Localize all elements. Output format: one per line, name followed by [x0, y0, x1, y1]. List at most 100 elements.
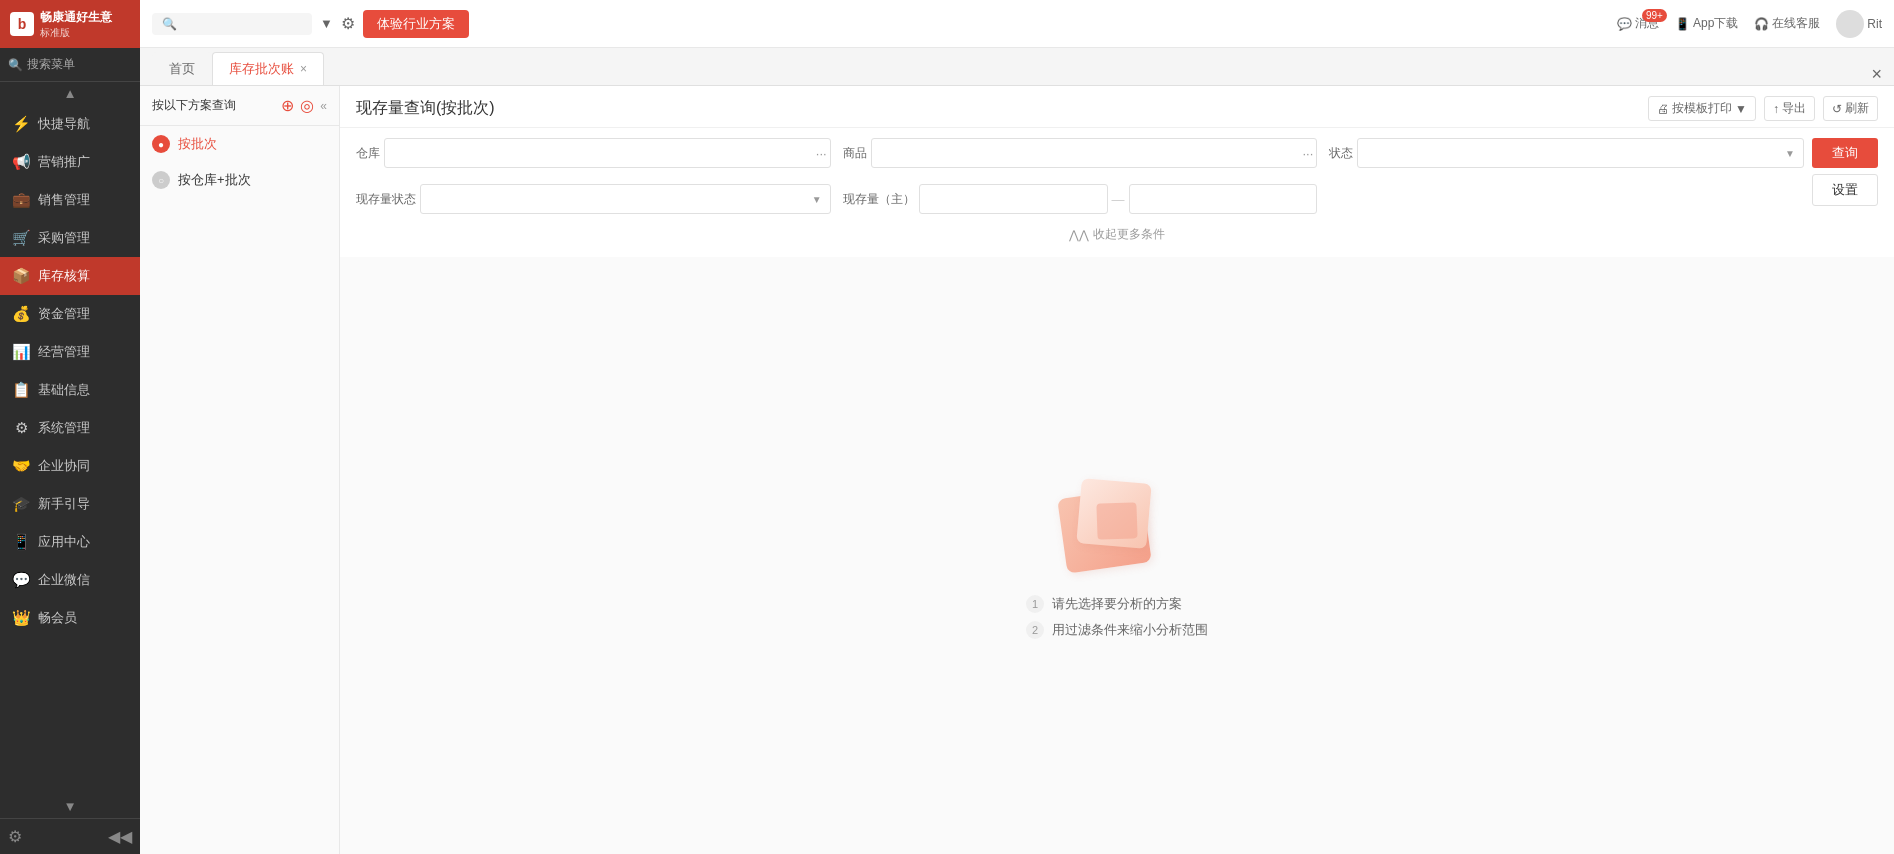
inventory-icon: 📦 [12, 267, 30, 285]
batch-icon: ● [152, 135, 170, 153]
wechat-icon: 💬 [12, 571, 30, 589]
sidebar-item-label: 营销推广 [38, 153, 90, 171]
sidebar-item-wechat[interactable]: 💬 企业微信 [0, 561, 140, 599]
filter-product: 商品 ··· [843, 138, 1318, 168]
inventory-status-select[interactable] [429, 192, 822, 206]
sidebar-scroll-up[interactable]: ▲ [0, 82, 140, 105]
empty-step-2: 2 用过滤条件来缩小分析范围 [1026, 621, 1208, 639]
basic-info-icon: 📋 [12, 381, 30, 399]
member-icon: 👑 [12, 609, 30, 627]
query-button[interactable]: 查询 [1812, 138, 1878, 168]
warehouse-label: 仓库 [356, 145, 380, 162]
username-label: Rit [1867, 17, 1882, 31]
sidebar-item-label: 企业微信 [38, 571, 90, 589]
inventory-range-dash: — [1112, 192, 1125, 207]
inventory-qty-from[interactable] [919, 184, 1108, 214]
app-download-label: App下载 [1693, 15, 1738, 32]
inventory-qty-label: 现存量（主） [843, 191, 915, 208]
left-panel-header: 按以下方案查询 ⊕ ◎ « [140, 86, 339, 126]
status-select-area[interactable]: ▼ [1357, 138, 1804, 168]
sidebar-item-label: 系统管理 [38, 419, 90, 437]
topbar-dropdown-btn[interactable]: ▼ [320, 16, 333, 31]
tab-close-icon[interactable]: × [300, 62, 307, 76]
warehouse-batch-icon: ○ [152, 171, 170, 189]
filter-inventory-qty: 现存量（主） — [843, 184, 1318, 214]
online-service-btn[interactable]: 🎧 在线客服 [1754, 15, 1820, 32]
sidebar-item-operations[interactable]: 📊 经营管理 [0, 333, 140, 371]
online-service-icon: 🎧 [1754, 17, 1769, 31]
print-btn[interactable]: 🖨 按模板打印 ▼ [1648, 96, 1756, 121]
sidebar-item-basic-info[interactable]: 📋 基础信息 [0, 371, 140, 409]
left-panel-collapse-btn[interactable]: « [320, 99, 327, 113]
product-input[interactable] [871, 138, 1318, 168]
sidebar-item-finance[interactable]: 💰 资金管理 [0, 295, 140, 333]
topbar-search-icon: 🔍 [162, 17, 177, 31]
batch-label: 按批次 [178, 135, 217, 153]
topbar-gear-btn[interactable]: ⚙ [341, 14, 355, 33]
refresh-icon: ↺ [1832, 102, 1842, 116]
sidebar-item-label: 经营管理 [38, 343, 90, 361]
messages-btn[interactable]: 💬 消息 99+ [1617, 15, 1659, 32]
sidebar-item-enterprise[interactable]: 🤝 企业协同 [0, 447, 140, 485]
app-subtitle: 标准版 [40, 26, 112, 40]
sidebar-header: b 畅康通好生意 标准版 [0, 0, 140, 48]
sidebar-item-label: 应用中心 [38, 533, 90, 551]
page-header-actions: 🖨 按模板打印 ▼ ↑ 导出 ↺ 刷新 [1648, 96, 1878, 121]
left-panel-item-warehouse-batch[interactable]: ○ 按仓库+批次 [140, 162, 339, 198]
left-panel-settings-btn[interactable]: ◎ [300, 96, 314, 115]
tab-home[interactable]: 首页 [152, 52, 212, 85]
sidebar-item-member[interactable]: 👑 畅会员 [0, 599, 140, 637]
tabbar: 首页 库存批次账 × × [140, 48, 1894, 86]
filter-warehouse: 仓库 ··· [356, 138, 831, 168]
sidebar-footer: ⚙ ◀◀ [0, 818, 140, 854]
tab-area-close-btn[interactable]: × [1859, 64, 1894, 85]
export-btn[interactable]: ↑ 导出 [1764, 96, 1815, 121]
warehouse-input[interactable] [384, 138, 831, 168]
settings-button[interactable]: 设置 [1812, 174, 1878, 206]
status-select[interactable] [1366, 146, 1795, 160]
inventory-qty-to[interactable] [1129, 184, 1318, 214]
product-dots-btn[interactable]: ··· [1303, 147, 1314, 160]
left-panel-add-btn[interactable]: ⊕ [281, 96, 294, 115]
tab-inventory-batch[interactable]: 库存批次账 × [212, 52, 324, 85]
right-main: 现存量查询(按批次) 🖨 按模板打印 ▼ ↑ 导出 ↺ 刷新 [340, 86, 1894, 854]
empty-state: 1 请先选择要分析的方案 2 用过滤条件来缩小分析范围 [340, 257, 1894, 854]
sidebar-search[interactable]: 🔍 搜索菜单 [0, 48, 140, 82]
sidebar-item-inventory[interactable]: 📦 库存核算 [0, 257, 140, 295]
export-label: 导出 [1782, 100, 1806, 117]
sidebar-item-app-center[interactable]: 📱 应用中心 [0, 523, 140, 561]
empty-step-1: 1 请先选择要分析的方案 [1026, 595, 1208, 613]
app-center-icon: 📱 [12, 533, 30, 551]
sidebar-item-label: 销售管理 [38, 191, 90, 209]
sidebar-collapse-btn[interactable]: ◀◀ [108, 827, 132, 846]
inventory-status-select-area[interactable]: ▼ [420, 184, 831, 214]
sidebar-item-purchase[interactable]: 🛒 采购管理 [0, 219, 140, 257]
sidebar-item-label: 畅会员 [38, 609, 77, 627]
sidebar-item-system[interactable]: ⚙ 系统管理 [0, 409, 140, 447]
status-label: 状态 [1329, 145, 1353, 162]
topbar-search[interactable]: 🔍 [152, 13, 312, 35]
sidebar-item-sales[interactable]: 💼 销售管理 [0, 181, 140, 219]
collapse-up-icon: ⋀⋀ [1069, 228, 1089, 242]
empty-illustration [1057, 473, 1177, 583]
sidebar-item-label: 企业协同 [38, 457, 90, 475]
sidebar-settings-btn[interactable]: ⚙ [8, 827, 22, 846]
trial-button[interactable]: 体验行业方案 [363, 10, 469, 38]
empty-steps: 1 请先选择要分析的方案 2 用过滤条件来缩小分析范围 [1026, 595, 1208, 639]
sidebar-nav: ⚡ 快捷导航 📢 营销推广 💼 销售管理 🛒 采购管理 📦 库存核算 💰 资金管… [0, 105, 140, 795]
app-download-btn[interactable]: 📱 App下载 [1675, 15, 1738, 32]
sidebar-search-label: 搜索菜单 [27, 56, 75, 73]
refresh-btn[interactable]: ↺ 刷新 [1823, 96, 1878, 121]
inventory-range: — [919, 184, 1318, 214]
sidebar-item-quick-nav[interactable]: ⚡ 快捷导航 [0, 105, 140, 143]
user-area[interactable]: Rit [1836, 10, 1882, 38]
collapse-row[interactable]: ⋀⋀ 收起更多条件 [356, 222, 1878, 247]
left-panel-item-batch[interactable]: ● 按批次 [140, 126, 339, 162]
sidebar-item-guide[interactable]: 🎓 新手引导 [0, 485, 140, 523]
sidebar-scroll-down[interactable]: ▼ [0, 795, 140, 818]
sidebar-item-marketing[interactable]: 📢 营销推广 [0, 143, 140, 181]
inventory-status-label: 现存量状态 [356, 191, 416, 208]
warehouse-dots-btn[interactable]: ··· [816, 147, 827, 160]
warehouse-input-area: ··· [384, 138, 831, 168]
product-label: 商品 [843, 145, 867, 162]
